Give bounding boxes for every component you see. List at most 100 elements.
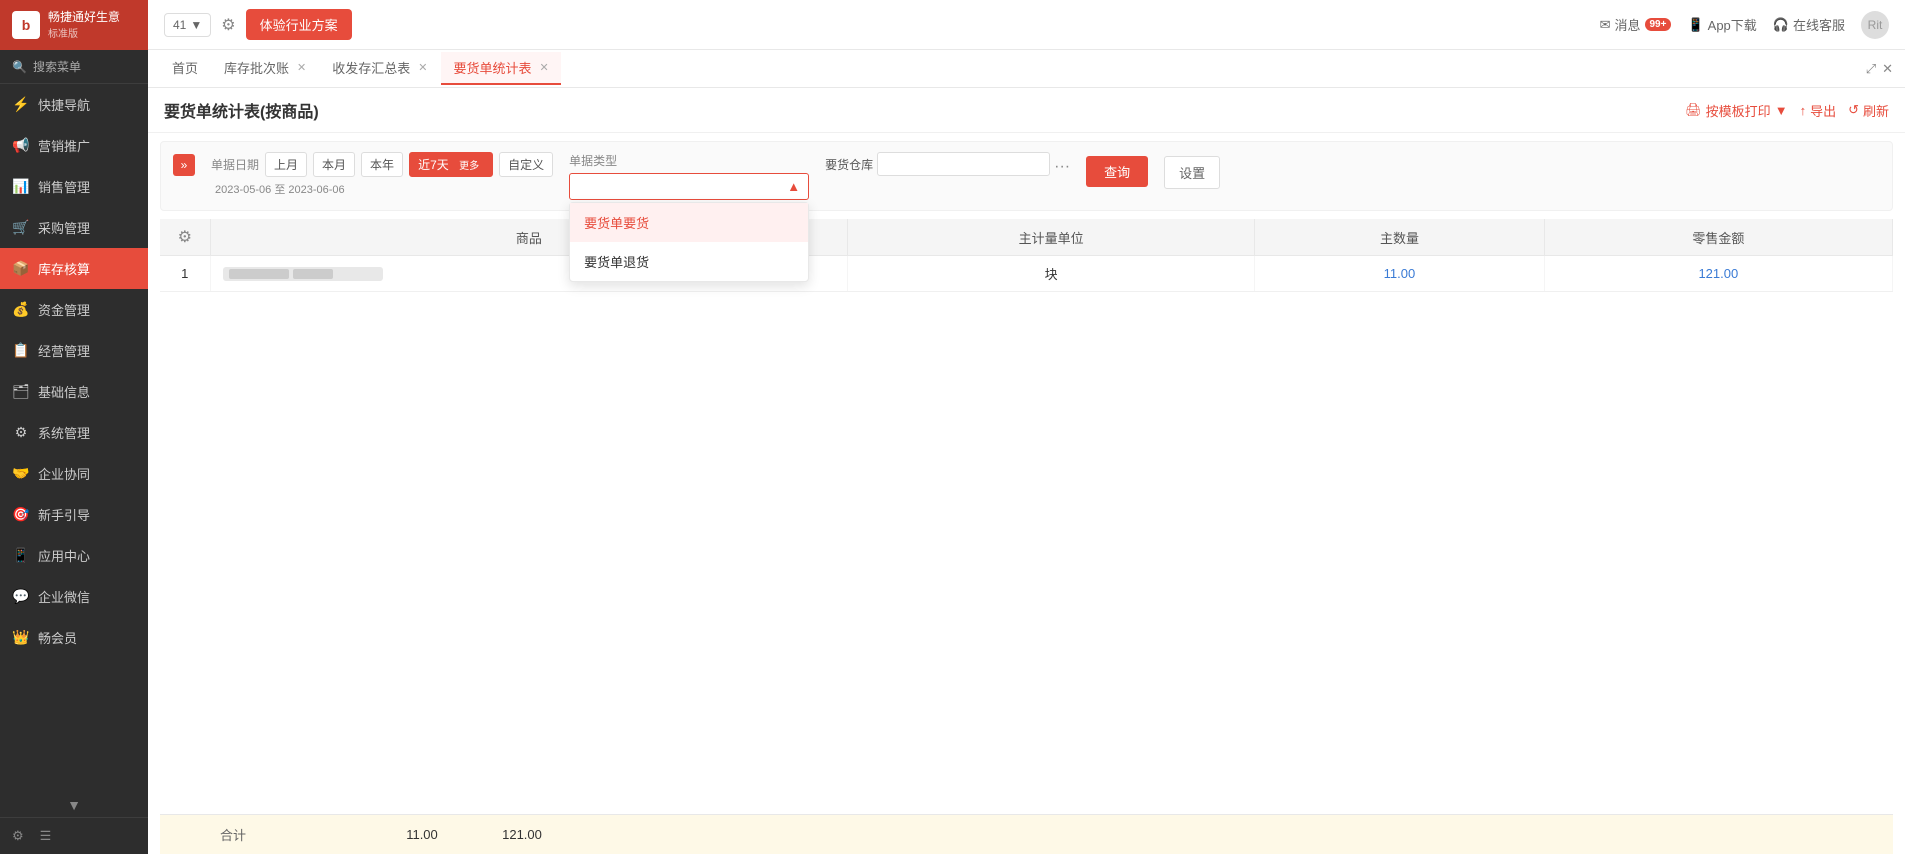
type-filter-label: 单据类型 [569,152,809,169]
sidebar-item-wechat[interactable]: 💬 企业微信 [0,576,148,617]
sidebar-item-quick-nav[interactable]: ⚡ 快捷导航 [0,84,148,125]
date-filter-group: 单据日期 上月 本月 本年 近7天 更多 自定义 2023-05-06 至 20… [211,152,553,197]
type-filter-wrapper: 单据类型 ▲ 要货单要货 要货单退货 [569,152,809,200]
amount-link[interactable]: 121.00 [1698,266,1738,281]
sidebar-search[interactable]: 🔍 搜索菜单 [0,50,148,84]
logo-icon: b [12,11,40,39]
footer-values: 11.00 121.00 [372,827,572,842]
app-download-action[interactable]: 📱 App下载 [1687,15,1756,34]
type-filter-select[interactable]: ▲ [569,173,809,200]
warehouse-filter: 要货仓库 ··· [825,152,1070,176]
tab-inventory-batch-label: 库存批次账 [224,58,289,77]
sidebar-item-operations[interactable]: 📋 经营管理 [0,330,148,371]
sidebar-item-finance[interactable]: 💰 资金管理 [0,289,148,330]
export-button[interactable]: ↑ 导出 [1800,101,1837,120]
filter-expand-button[interactable]: » [173,154,195,176]
warehouse-input[interactable] [877,152,1050,176]
last-7-days-btn[interactable]: 近7天 更多 [409,152,493,177]
app-version: 标准版 [48,25,120,40]
member-icon: 👑 [12,629,30,647]
base-icon: 🗂 [12,383,30,401]
footer-settings-icon[interactable]: ⚙ [12,828,24,844]
print-template-button[interactable]: 🖨 按模板打印 ▼ [1685,101,1787,120]
expand-icon: ⤢ [1866,61,1876,77]
refresh-button[interactable]: ↺ 刷新 [1848,101,1889,120]
dropdown-item-order-goods[interactable]: 要货单要货 [570,203,808,242]
enterprise-icon: 🤝 [12,465,30,483]
purchase-icon: 🛒 [12,219,30,237]
sidebar-item-member[interactable]: 👑 畅会员 [0,617,148,658]
app-download-label: App下载 [1708,15,1757,34]
sidebar-scroll-indicator[interactable]: ▼ [0,793,148,817]
last-month-btn[interactable]: 上月 [265,152,307,177]
user-avatar[interactable]: Rit [1861,11,1889,39]
product-bar-1 [229,269,289,279]
query-button[interactable]: 查询 [1086,156,1148,187]
tab-home[interactable]: 首页 [160,52,210,85]
sidebar-item-enterprise[interactable]: 🤝 企业协同 [0,453,148,494]
tab-receive-summary-close[interactable]: ✕ [418,61,427,74]
sidebar-item-label: 资金管理 [38,300,90,319]
app-center-icon: 📱 [12,547,30,565]
this-month-btn[interactable]: 本月 [313,152,355,177]
close-all-icon[interactable]: ✕ [1882,61,1893,77]
this-year-btn[interactable]: 本年 [361,152,403,177]
online-service-action[interactable]: 🎧 在线客服 [1773,15,1845,34]
sidebar-item-inventory[interactable]: 📦 库存核算 [0,248,148,289]
system-icon: ⚙ [12,424,30,442]
sidebar-item-base[interactable]: 🗂 基础信息 [0,371,148,412]
sidebar-item-guide[interactable]: 🎯 新手引导 [0,494,148,535]
data-table: ⚙ 商品 主计量单位 主数量 零售金额 1 [160,219,1893,292]
tab-expand[interactable]: ⤢ ✕ [1866,61,1893,77]
col-quantity: 主数量 [1255,219,1544,256]
sidebar-logo: b 畅捷通好生意 标准版 [0,0,148,50]
messages-label: 消息 [1614,15,1640,34]
col-settings[interactable]: ⚙ [160,219,210,256]
page-header: 要货单统计表(按商品) 🖨 按模板打印 ▼ ↑ 导出 ↺ 刷新 [148,88,1905,133]
custom-date-btn[interactable]: 自定义 [499,152,553,177]
tab-bar: 首页 库存批次账 ✕ 收发存汇总表 ✕ 要货单统计表 ✕ ⤢ ✕ [148,50,1905,88]
tab-inventory-batch-close[interactable]: ✕ [297,61,306,74]
top-header: 41 ▼ ⚙ 体验行业方案 ✉ 消息 99+ 📱 App下载 🎧 在线客服 Ri… [148,0,1905,50]
refresh-icon: ↺ [1848,102,1859,118]
company-selector[interactable]: 41 ▼ [164,13,211,37]
tab-receive-summary[interactable]: 收发存汇总表 ✕ [320,52,439,85]
sidebar-nav: ⚡ 快捷导航 📢 营销推广 📊 销售管理 🛒 采购管理 📦 库存核算 💰 资金管… [0,84,148,793]
sidebar-item-system[interactable]: ⚙ 系统管理 [0,412,148,453]
row-amount: 121.00 [1544,256,1892,292]
header-left: 41 ▼ ⚙ 体验行业方案 [164,9,352,40]
messages-action[interactable]: ✉ 消息 99+ [1600,15,1672,34]
sidebar-item-label: 应用中心 [38,546,90,565]
tab-order-stats-close[interactable]: ✕ [540,61,549,74]
sidebar-item-marketing[interactable]: 📢 营销推广 [0,125,148,166]
sidebar-item-label: 企业协同 [38,464,90,483]
sidebar-item-label: 基础信息 [38,382,90,401]
marketing-icon: 📢 [12,137,30,155]
sidebar-item-sales[interactable]: 📊 销售管理 [0,166,148,207]
company-name: 41 [173,18,186,32]
app-name: 畅捷通好生意 [48,10,120,26]
settings-button[interactable]: 设置 [1164,156,1220,189]
page-content: 要货单统计表(按商品) 🖨 按模板打印 ▼ ↑ 导出 ↺ 刷新 » [148,88,1905,854]
main-area: 41 ▼ ⚙ 体验行业方案 ✉ 消息 99+ 📱 App下载 🎧 在线客服 Ri… [148,0,1905,854]
tab-order-stats[interactable]: 要货单统计表 ✕ [441,52,560,85]
table-row: 1 块 11.00 121.00 [160,256,1893,292]
row-quantity: 11.00 [1255,256,1544,292]
sidebar-item-label: 销售管理 [38,177,90,196]
filter-more-btn[interactable]: ··· [1054,158,1070,176]
online-service-label: 在线客服 [1793,15,1845,34]
sidebar-item-label: 新手引导 [38,505,90,524]
dropdown-item-order-return[interactable]: 要货单退货 [570,242,808,281]
sidebar-item-app-center[interactable]: 📱 应用中心 [0,535,148,576]
trial-button[interactable]: 体验行业方案 [246,9,352,40]
footer-menu-icon[interactable]: ☰ [40,828,52,844]
tab-order-stats-label: 要货单统计表 [453,58,531,77]
date-filter-label: 单据日期 [211,156,259,173]
header-gear-button[interactable]: ⚙ [221,15,235,35]
refresh-label: 刷新 [1863,101,1889,120]
sidebar-footer: ⚙ ☰ [0,817,148,854]
tab-inventory-batch[interactable]: 库存批次账 ✕ [212,52,318,85]
quantity-link[interactable]: 11.00 [1384,266,1416,281]
table-settings-icon[interactable]: ⚙ [178,229,192,246]
sidebar-item-purchase[interactable]: 🛒 采购管理 [0,207,148,248]
